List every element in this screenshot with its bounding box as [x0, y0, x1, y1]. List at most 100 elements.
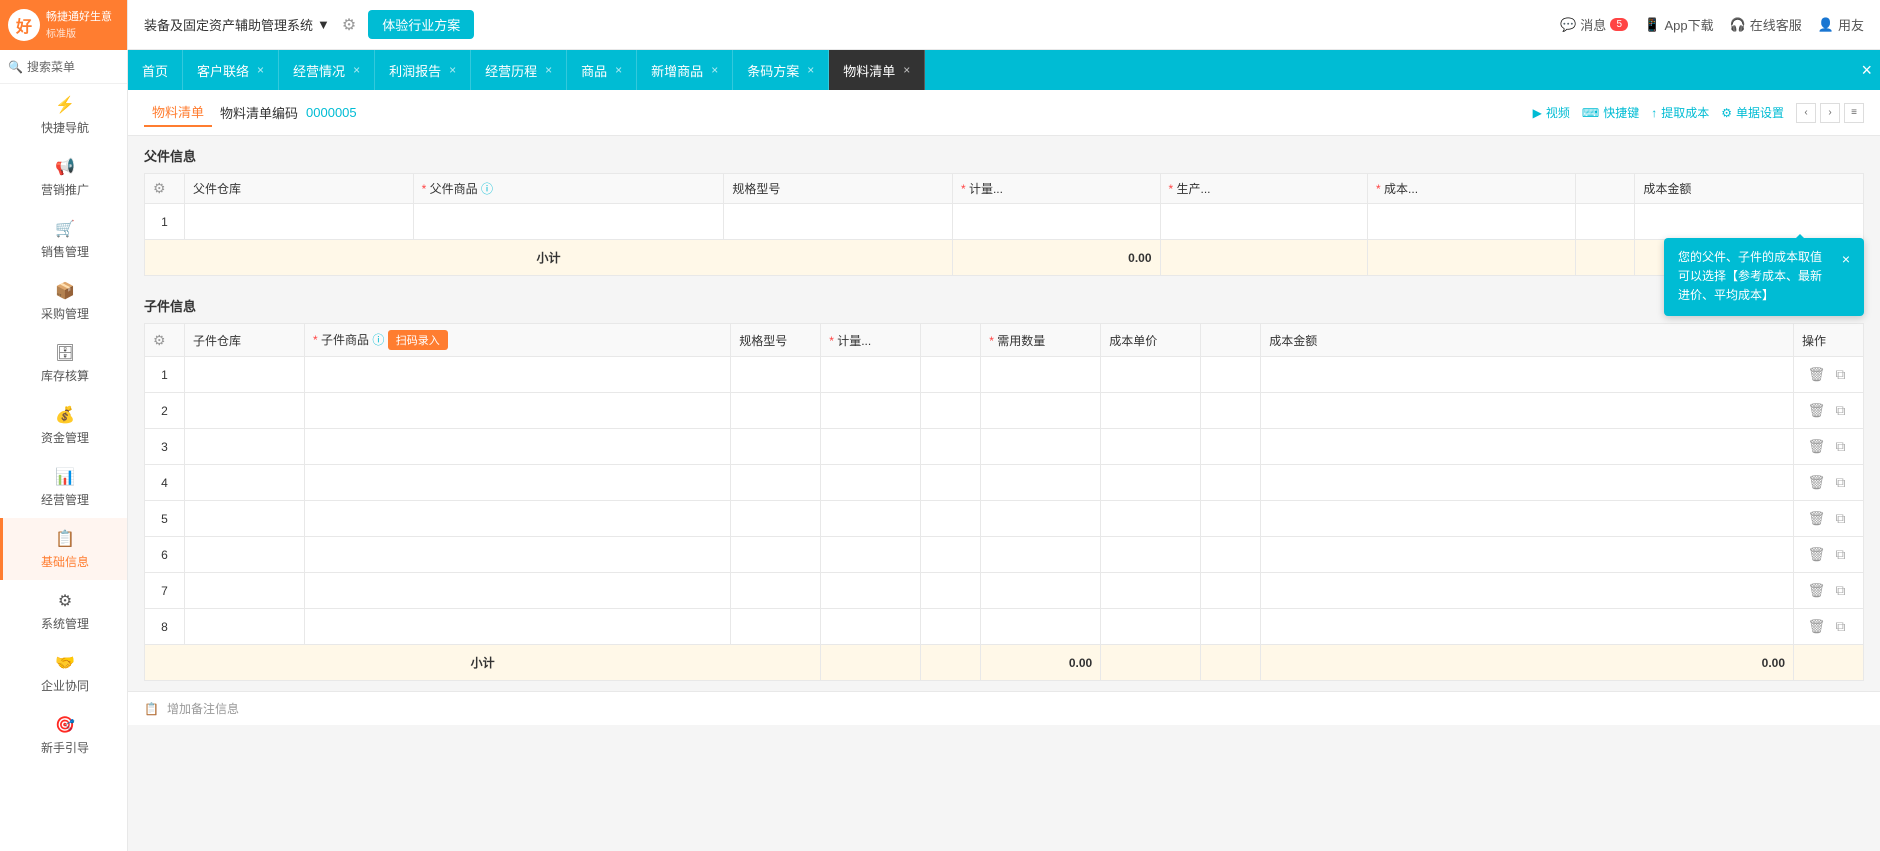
- child-row-1-needed[interactable]: [981, 357, 1101, 393]
- video-action[interactable]: ▶ 视频: [1533, 104, 1570, 121]
- child-row-5-spec[interactable]: [731, 501, 821, 537]
- child-row-2-copy[interactable]: ⧉: [1831, 401, 1851, 421]
- child-row-5-product[interactable]: [305, 501, 731, 537]
- parent-cell-product[interactable]: [413, 204, 724, 240]
- child-row-7-warehouse[interactable]: [185, 573, 305, 609]
- child-row-5-cost-price[interactable]: [1101, 501, 1201, 537]
- child-row-2-cost-price[interactable]: [1101, 393, 1201, 429]
- tab-close-all[interactable]: ×: [1861, 60, 1872, 81]
- sidebar-item-quicknav[interactable]: ⚡ 快捷导航: [0, 84, 127, 146]
- child-row-7-copy[interactable]: ⧉: [1831, 581, 1851, 601]
- system-title[interactable]: 装备及固定资产辅助管理系统 ▼: [144, 15, 330, 34]
- child-row-3-needed[interactable]: [981, 429, 1101, 465]
- tab-new-goods[interactable]: 新增商品 ×: [637, 50, 733, 90]
- child-row-4-copy[interactable]: ⧉: [1831, 473, 1851, 493]
- parent-cell-qty[interactable]: [952, 204, 1160, 240]
- user-item[interactable]: 👤 用友: [1818, 15, 1864, 34]
- child-row-6-spec[interactable]: [731, 537, 821, 573]
- tab-home[interactable]: 首页: [128, 50, 183, 90]
- prev-arrow[interactable]: ‹: [1796, 103, 1816, 123]
- extract-cost-action[interactable]: ↑ 提取成本: [1651, 104, 1709, 121]
- list-view-icon[interactable]: ≡: [1844, 103, 1864, 123]
- tab-profit-close[interactable]: ×: [449, 63, 456, 77]
- sidebar-item-inventory[interactable]: 🗄 库存核算: [0, 332, 127, 394]
- child-gear-icon[interactable]: ⚙: [153, 332, 166, 348]
- parent-cell-cost[interactable]: [1368, 204, 1576, 240]
- child-row-2-warehouse[interactable]: [185, 393, 305, 429]
- child-row-3-qty-unit[interactable]: [821, 429, 921, 465]
- tab-history-close[interactable]: ×: [545, 63, 552, 77]
- child-row-2-qty-unit[interactable]: [821, 393, 921, 429]
- sidebar-item-sales[interactable]: 🛒 销售管理: [0, 208, 127, 270]
- sidebar-item-guide[interactable]: 🎯 新手引导: [0, 704, 127, 766]
- shortcut-action[interactable]: ⌨ 快捷键: [1582, 104, 1639, 121]
- settings-icon[interactable]: ⚙: [342, 15, 356, 35]
- next-arrow[interactable]: ›: [1820, 103, 1840, 123]
- tab-barcode-close[interactable]: ×: [807, 63, 814, 77]
- sidebar-item-finance[interactable]: 💰 资金管理: [0, 394, 127, 456]
- tab-new-goods-close[interactable]: ×: [711, 63, 718, 77]
- child-row-6-cost-price[interactable]: [1101, 537, 1201, 573]
- child-row-2-product[interactable]: [305, 393, 731, 429]
- child-row-1-product[interactable]: [305, 357, 731, 393]
- child-row-6-copy[interactable]: ⧉: [1831, 545, 1851, 565]
- child-row-8-spec[interactable]: [731, 609, 821, 645]
- child-row-1-cost-price[interactable]: [1101, 357, 1201, 393]
- child-row-8-needed[interactable]: [981, 609, 1101, 645]
- child-row-6-qty-unit[interactable]: [821, 537, 921, 573]
- sidebar-item-marketing[interactable]: 📢 营销推广: [0, 146, 127, 208]
- child-row-5-copy[interactable]: ⧉: [1831, 509, 1851, 529]
- child-row-6-warehouse[interactable]: [185, 537, 305, 573]
- child-row-1-delete[interactable]: 🗑: [1807, 365, 1827, 385]
- tab-barcode[interactable]: 条码方案 ×: [733, 50, 829, 90]
- tab-bom-close[interactable]: ×: [903, 63, 910, 77]
- parent-cell-prod[interactable]: [1160, 204, 1368, 240]
- child-row-6-needed[interactable]: [981, 537, 1101, 573]
- child-row-3-spec[interactable]: [731, 429, 821, 465]
- child-row-8-delete[interactable]: 🗑: [1807, 617, 1827, 637]
- sidebar-search[interactable]: 🔍 搜索菜单: [0, 50, 127, 84]
- child-row-1-warehouse[interactable]: [185, 357, 305, 393]
- child-row-7-spec[interactable]: [731, 573, 821, 609]
- child-row-6-product[interactable]: [305, 537, 731, 573]
- child-row-8-qty-unit[interactable]: [821, 609, 921, 645]
- child-row-4-spec[interactable]: [731, 465, 821, 501]
- child-row-4-warehouse[interactable]: [185, 465, 305, 501]
- child-row-8-copy[interactable]: ⧉: [1831, 617, 1851, 637]
- child-row-4-qty-unit[interactable]: [821, 465, 921, 501]
- online-service-item[interactable]: 🎧 在线客服: [1730, 15, 1802, 34]
- child-row-7-cost-price[interactable]: [1101, 573, 1201, 609]
- child-row-3-copy[interactable]: ⧉: [1831, 437, 1851, 457]
- child-row-3-warehouse[interactable]: [185, 429, 305, 465]
- parent-cell-spec[interactable]: [724, 204, 953, 240]
- child-row-7-product[interactable]: [305, 573, 731, 609]
- child-row-5-delete[interactable]: 🗑: [1807, 509, 1827, 529]
- child-row-8-warehouse[interactable]: [185, 609, 305, 645]
- tab-customer-close[interactable]: ×: [257, 63, 264, 77]
- child-row-2-delete[interactable]: 🗑: [1807, 401, 1827, 421]
- child-row-8-cost-price[interactable]: [1101, 609, 1201, 645]
- child-row-2-spec[interactable]: [731, 393, 821, 429]
- child-row-7-delete[interactable]: 🗑: [1807, 581, 1827, 601]
- child-row-5-warehouse[interactable]: [185, 501, 305, 537]
- tab-goods-close[interactable]: ×: [615, 63, 622, 77]
- child-row-3-product[interactable]: [305, 429, 731, 465]
- experience-btn[interactable]: 体验行业方案: [368, 10, 474, 39]
- sidebar-item-operations[interactable]: 📊 经营管理: [0, 456, 127, 518]
- parent-gear-icon[interactable]: ⚙: [153, 180, 166, 196]
- breadcrumb-tab-bom[interactable]: 物料清单: [144, 98, 212, 127]
- sidebar-item-collab[interactable]: 🤝 企业协同: [0, 642, 127, 704]
- tab-operations[interactable]: 经营情况 ×: [279, 50, 375, 90]
- child-row-1-qty-unit[interactable]: [821, 357, 921, 393]
- child-row-7-qty-unit[interactable]: [821, 573, 921, 609]
- child-row-1-copy[interactable]: ⧉: [1831, 365, 1851, 385]
- child-row-5-qty-unit[interactable]: [821, 501, 921, 537]
- child-row-5-needed[interactable]: [981, 501, 1101, 537]
- messages-item[interactable]: 💬 消息 5: [1560, 15, 1628, 34]
- child-row-4-cost-price[interactable]: [1101, 465, 1201, 501]
- tab-bom[interactable]: 物料清单 ×: [829, 50, 925, 90]
- sidebar-item-system[interactable]: ⚙ 系统管理: [0, 580, 127, 642]
- tab-customer[interactable]: 客户联络 ×: [183, 50, 279, 90]
- parent-cell-warehouse[interactable]: [185, 204, 414, 240]
- scan-btn[interactable]: 扫码录入: [388, 330, 448, 350]
